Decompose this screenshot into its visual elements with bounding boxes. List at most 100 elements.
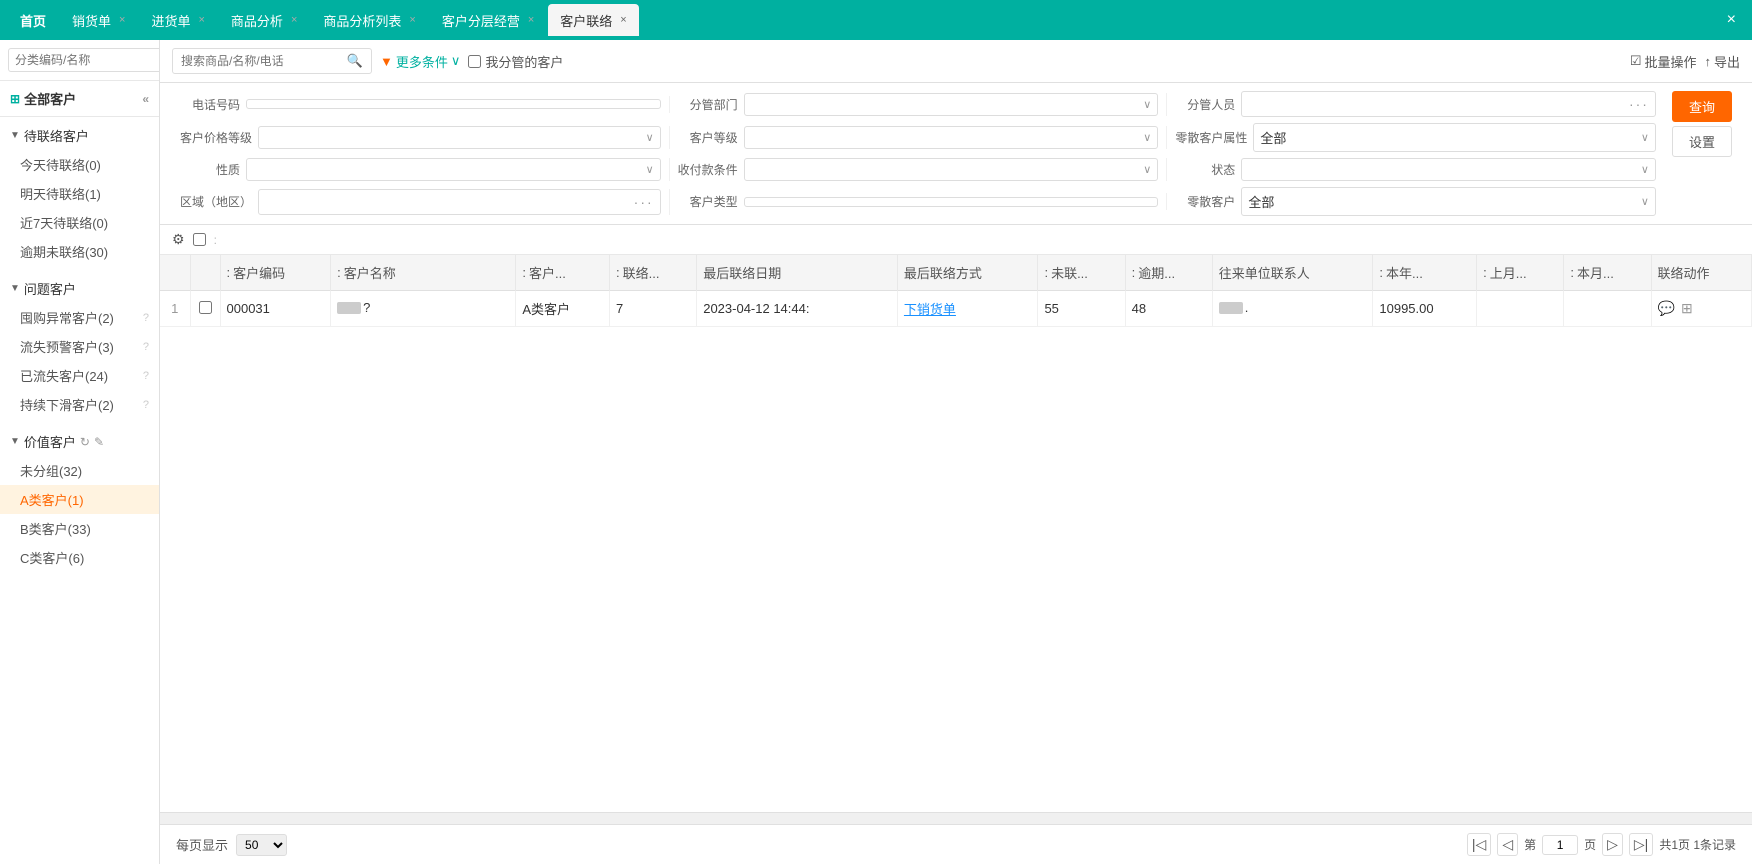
th-level-sep: : — [522, 265, 526, 280]
sidebar-search-input[interactable] — [8, 48, 160, 72]
th-overdue[interactable]: : 逾期... — [1125, 255, 1212, 291]
per-page-select[interactable]: 50 20 100 — [236, 834, 287, 856]
export-button[interactable]: ↑ 导出 — [1704, 52, 1740, 71]
dept-select[interactable]: ∨ — [744, 93, 1159, 116]
close-tab-customer-layer[interactable]: × — [528, 14, 534, 26]
sidebar-item-c-class[interactable]: C类客户(6) — [0, 543, 159, 572]
content-area: 🔍 ▼ 更多条件 ∨ 我分管的客户 ☑ 批量操作 ↑ 导出 — [160, 40, 1752, 864]
sidebar-section-problem: ▼ 问题客户 囤购异常客户(2) ? 流失预警客户(3) ? 已流失客户(24)… — [0, 270, 159, 423]
sidebar-item-tomorrow[interactable]: 明天待联络(1) — [0, 179, 159, 208]
close-tab-sales[interactable]: × — [119, 14, 125, 26]
th-num — [160, 255, 190, 291]
retail-select[interactable]: 全部 ∨ — [1241, 187, 1656, 216]
sidebar-item-declining[interactable]: 持续下滑客户(2) ? — [0, 390, 159, 419]
my-customers-filter: 我分管的客户 — [468, 52, 563, 71]
row-this-year: 10995.00 — [1373, 291, 1477, 327]
help-icon[interactable]: ? — [143, 312, 149, 324]
sidebar-item-overdue[interactable]: 逾期未联络(30) — [0, 237, 159, 266]
retail-attr-select[interactable]: 全部 ∨ — [1253, 123, 1656, 152]
nature-select[interactable]: ∨ — [246, 158, 661, 181]
tab-goods-analysis-list[interactable]: 商品分析列表 × — [311, 4, 427, 36]
sidebar-item-today[interactable]: 今天待联络(0) — [0, 150, 159, 179]
sidebar-item-7days[interactable]: 近7天待联络(0) — [0, 208, 159, 237]
filter-cust-level: 客户等级 ∨ — [670, 126, 1168, 149]
close-tab-goods-analysis-list[interactable]: × — [409, 14, 415, 26]
settings-button[interactable]: 设置 — [1672, 126, 1732, 157]
arrow-icon: ▼ — [10, 436, 20, 447]
phone-input[interactable] — [246, 99, 661, 109]
table-scroll[interactable]: : 客户编码 : 客户名称 — [160, 255, 1752, 812]
price-level-select[interactable]: ∨ — [258, 126, 661, 149]
th-last-date[interactable]: 最后联络日期 — [697, 255, 898, 291]
first-page-button[interactable]: |◁ — [1467, 833, 1491, 856]
more-filters-button[interactable]: ▼ 更多条件 ∨ — [380, 52, 460, 71]
status-select[interactable]: ∨ — [1241, 158, 1656, 181]
arrow-icon: ▼ — [10, 130, 20, 141]
sidebar-item-lost[interactable]: 已流失客户(24) ? — [0, 361, 159, 390]
payment-label: 收付款条件 — [678, 161, 738, 178]
sidebar-item-no-group[interactable]: 未分组(32) — [0, 456, 159, 485]
cust-type-select[interactable] — [744, 197, 1159, 207]
close-tab-goods-analysis[interactable]: × — [291, 14, 297, 26]
cust-level-select[interactable]: ∨ — [744, 126, 1159, 149]
tab-customer-contact[interactable]: 客户联络 × — [548, 4, 638, 36]
gear-icon[interactable]: ⚙ — [172, 231, 185, 248]
tab-customer-layer[interactable]: 客户分层经营 × — [430, 4, 546, 36]
sidebar-item-abnormal[interactable]: 囤购异常客户(2) ? — [0, 303, 159, 332]
manager-select[interactable]: ··· — [1241, 91, 1656, 117]
payment-select[interactable]: ∨ — [744, 158, 1159, 181]
region-select[interactable]: ··· — [258, 189, 661, 215]
th-name[interactable]: : 客户名称 — [331, 255, 516, 291]
th-unit-contact[interactable]: 往来单位联系人 — [1212, 255, 1373, 291]
sidebar-section-pending-title[interactable]: ▼ 待联络客户 — [0, 121, 159, 150]
sidebar-collapse-icon[interactable]: « — [142, 92, 149, 106]
sidebar-section-value-title[interactable]: ▼ 价值客户 ↻ ✎ — [0, 427, 159, 456]
edit-icon[interactable]: ✎ — [94, 435, 104, 449]
tab-home[interactable]: 首页 — [8, 4, 58, 36]
close-tab-purchase[interactable]: × — [198, 14, 204, 26]
search-icon[interactable]: 🔍 — [347, 53, 363, 69]
grid-action-icon[interactable]: ⊞ — [1681, 300, 1693, 317]
row-checkbox[interactable] — [199, 301, 212, 314]
help-icon[interactable]: ? — [143, 370, 149, 382]
refresh-icon[interactable]: ↻ — [80, 435, 90, 449]
next-page-button[interactable]: ▷ — [1602, 833, 1623, 856]
th-code[interactable]: : 客户编码 — [220, 255, 331, 291]
th-this-month[interactable]: : 本月... — [1564, 255, 1651, 291]
help-icon[interactable]: ? — [143, 399, 149, 411]
sidebar-item-a-class[interactable]: A类客户(1) — [0, 485, 159, 514]
th-last-way[interactable]: 最后联络方式 — [897, 255, 1038, 291]
arrow-icon: ▼ — [10, 283, 20, 294]
last-way-link[interactable]: 下销货单 — [904, 302, 956, 317]
horizontal-scrollbar[interactable] — [160, 812, 1752, 824]
table-row: 1 000031 ? A类客户 — [160, 291, 1752, 327]
sidebar-section-pending: ▼ 待联络客户 今天待联络(0) 明天待联络(1) 近7天待联络(0) 逾期未联… — [0, 117, 159, 270]
select-all-checkbox[interactable] — [193, 233, 206, 246]
th-no-contact[interactable]: : 未联... — [1038, 255, 1125, 291]
th-this-year[interactable]: : 本年... — [1373, 255, 1477, 291]
th-last-month[interactable]: : 上月... — [1477, 255, 1564, 291]
my-customers-checkbox[interactable] — [468, 55, 481, 68]
help-icon[interactable]: ? — [143, 341, 149, 353]
tab-goods-analysis[interactable]: 商品分析 × — [219, 4, 309, 36]
sidebar-item-warning[interactable]: 流失预警客户(3) ? — [0, 332, 159, 361]
page-input[interactable] — [1542, 835, 1578, 855]
tab-sales[interactable]: 销货单 × — [60, 4, 137, 36]
th-contact[interactable]: : 联络... — [610, 255, 697, 291]
tab-purchase[interactable]: 进货单 × — [139, 4, 216, 36]
chat-icon[interactable]: 💬 — [1658, 300, 1675, 317]
sidebar-section-problem-title[interactable]: ▼ 问题客户 — [0, 274, 159, 303]
manager-label: 分管人员 — [1175, 96, 1235, 113]
batch-op-button[interactable]: ☑ 批量操作 — [1630, 52, 1697, 71]
last-page-button[interactable]: ▷| — [1629, 833, 1653, 856]
main-search-input[interactable] — [181, 54, 343, 68]
search-button[interactable]: 查询 — [1672, 91, 1732, 122]
app-close-button[interactable]: × — [1719, 7, 1744, 33]
th-level[interactable]: : 客户... — [516, 255, 610, 291]
th-code-label: : — [227, 265, 231, 280]
prev-page-button[interactable]: ◁ — [1497, 833, 1518, 856]
sidebar-item-b-class[interactable]: B类客户(33) — [0, 514, 159, 543]
close-tab-customer-contact[interactable]: × — [620, 14, 626, 26]
row-overdue: 48 — [1125, 291, 1212, 327]
footer-right: |◁ ◁ 第 页 ▷ ▷| 共1页 1条记录 — [1467, 833, 1736, 856]
